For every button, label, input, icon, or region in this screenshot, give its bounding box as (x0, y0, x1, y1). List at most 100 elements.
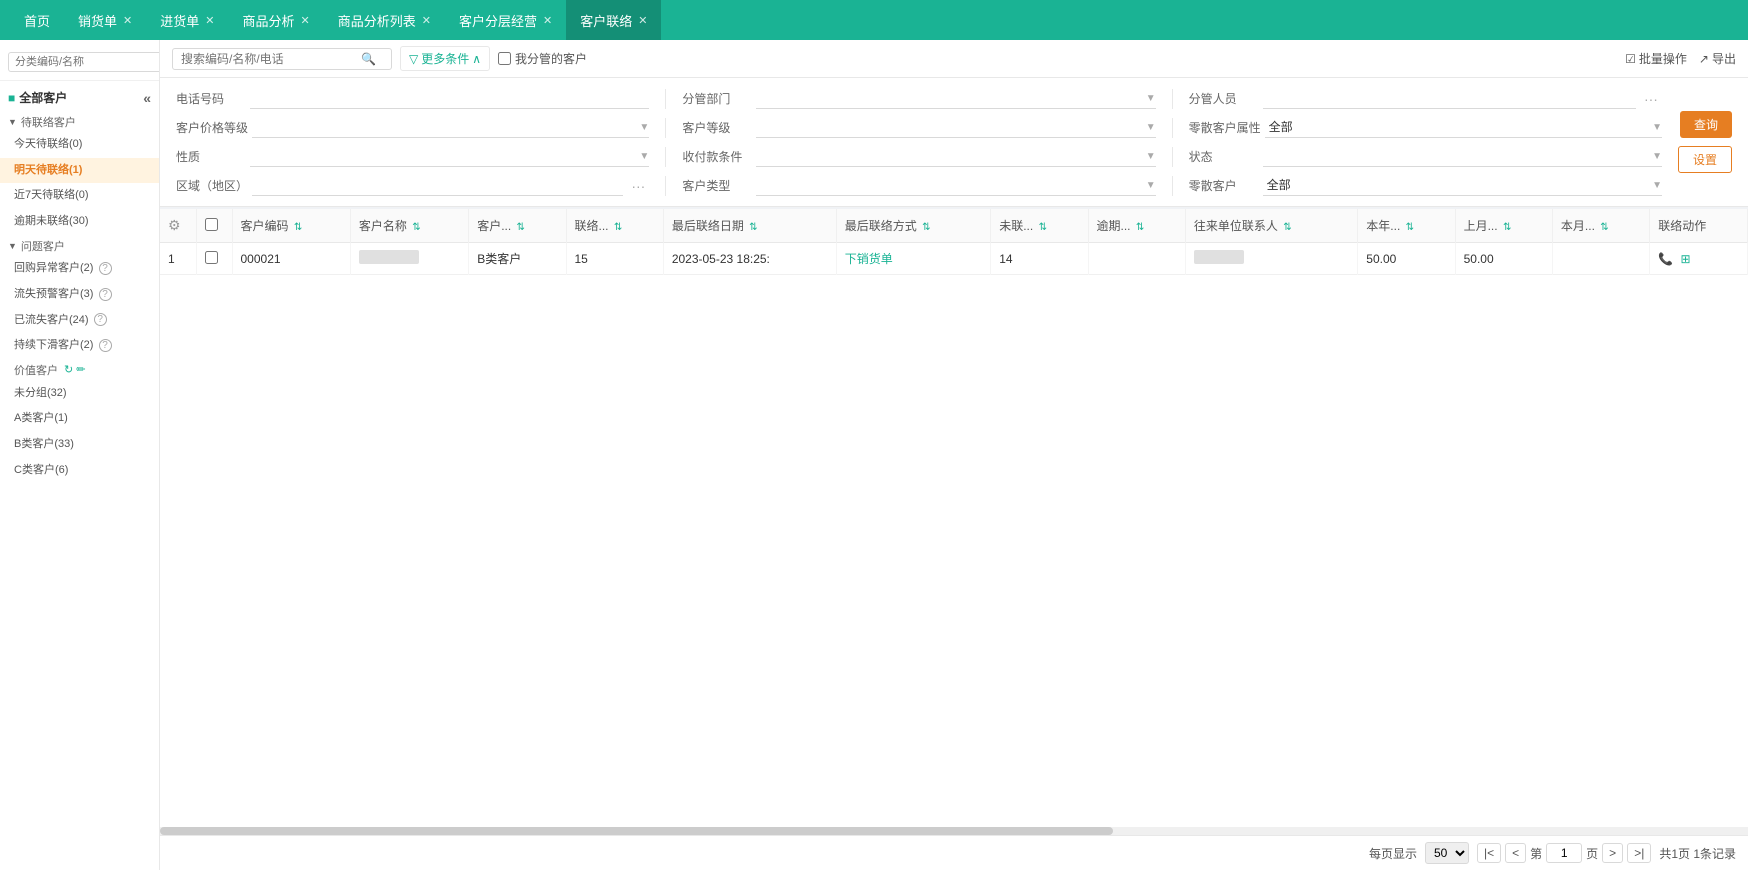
nav-sales[interactable]: 销货单 ✕ (64, 0, 146, 40)
sidebar-item-declining[interactable]: 持续下滑客户(2) ? (0, 333, 159, 359)
sidebar-item-ungrouped[interactable]: 未分组(32) (0, 381, 159, 407)
status-label: 状态 (1189, 148, 1259, 165)
td-type: B类客户 (469, 243, 566, 275)
sort-icon-0[interactable]: ⇅ (294, 222, 302, 233)
payment-select[interactable] (756, 146, 1145, 166)
search-icon[interactable]: 🔍 (361, 52, 376, 66)
table-row: 1 000021 B类客户 (160, 243, 1748, 275)
action-grid-icon[interactable]: ⊞ (1681, 252, 1691, 266)
help-icon-3[interactable]: ? (94, 313, 107, 326)
sidebar-item-today[interactable]: 今天待联络(0) (0, 132, 159, 158)
last-page-btn[interactable]: >| (1627, 843, 1651, 863)
customer-level-select[interactable] (756, 117, 1145, 137)
nav-product-analysis-close[interactable]: ✕ (301, 14, 310, 27)
per-page-select[interactable]: 50 (1425, 842, 1469, 864)
nav-product-analysis-list-close[interactable]: ✕ (422, 14, 431, 27)
action-phone-icon[interactable]: 📞 (1658, 252, 1673, 266)
sidebar-item-churned[interactable]: 已流失客户(24) ? (0, 308, 159, 334)
region-dots-btn[interactable]: ··· (627, 178, 649, 194)
sidebar-item-class-b-label: B类客户(33) (14, 438, 74, 450)
page-suffix-label: 页 (1586, 845, 1598, 862)
person-dots-btn[interactable]: ··· (1640, 91, 1662, 107)
row-no-contact: 14 (999, 252, 1012, 266)
sort-icon-5[interactable]: ⇅ (922, 222, 930, 233)
my-customers-checkbox[interactable] (498, 52, 511, 65)
sidebar-item-repurchase-anomaly-label: 回购异常客户(2) (14, 262, 93, 274)
prev-page-btn[interactable]: < (1505, 843, 1526, 863)
dept-select[interactable] (756, 88, 1145, 108)
nav-purchase[interactable]: 进货单 ✕ (146, 0, 228, 40)
nav-product-analysis-list[interactable]: 商品分析列表 ✕ (324, 0, 445, 40)
nav-customer-contact[interactable]: 客户联络 ✕ (566, 0, 661, 40)
more-filter-btn[interactable]: ▽ 更多条件 ∧ (400, 46, 490, 71)
nav-home[interactable]: 首页 (10, 0, 64, 40)
nav-product-analysis[interactable]: 商品分析 ✕ (228, 0, 323, 40)
batch-op-btn[interactable]: ☑ 批量操作 (1625, 50, 1687, 67)
toolbar-right: ☑ 批量操作 ↗ 导出 (1625, 50, 1736, 67)
retail-attr-select[interactable]: 全部 (1265, 117, 1652, 137)
sidebar-item-7days[interactable]: 近7天待联络(0) (0, 183, 159, 209)
gear-icon[interactable]: ⚙ (168, 217, 181, 233)
export-btn[interactable]: ↗ 导出 (1699, 50, 1736, 67)
help-icon-4[interactable]: ? (99, 339, 112, 352)
value-group-edit-icons[interactable]: ↻ ✏ (64, 363, 86, 376)
row-type: B类客户 (477, 252, 521, 266)
help-icon-1[interactable]: ? (99, 262, 112, 275)
row-checkbox[interactable] (205, 251, 218, 264)
sort-icon-3[interactable]: ⇅ (614, 222, 622, 233)
row-last-month: 50.00 (1464, 252, 1494, 266)
nav-customer-contact-close[interactable]: ✕ (638, 14, 647, 27)
nav-customer-stratification[interactable]: 客户分层经营 ✕ (445, 0, 566, 40)
person-input[interactable] (1263, 88, 1636, 109)
sidebar-item-class-b[interactable]: B类客户(33) (0, 432, 159, 458)
select-all-checkbox[interactable] (205, 218, 218, 231)
horizontal-scrollbar[interactable] (160, 827, 1748, 835)
price-level-select[interactable] (252, 117, 639, 137)
nav-purchase-close[interactable]: ✕ (205, 14, 214, 27)
sort-icon-6[interactable]: ⇅ (1039, 222, 1047, 233)
settings-button[interactable]: 设置 (1678, 146, 1732, 173)
status-select[interactable] (1263, 146, 1652, 166)
sidebar-search-input[interactable] (8, 52, 160, 72)
search-input[interactable] (181, 52, 361, 66)
divider-1 (665, 89, 666, 109)
sidebar-item-repurchase-anomaly[interactable]: 回购异常客户(2) ? (0, 256, 159, 282)
sidebar-item-class-a[interactable]: A类客户(1) (0, 406, 159, 432)
my-customers-label: 我分管的客户 (515, 50, 587, 67)
sidebar-item-tomorrow[interactable]: 明天待联络(1) (0, 158, 159, 184)
retail-select[interactable]: 全部 (1263, 175, 1652, 195)
nav-product-analysis-list-label: 商品分析列表 (338, 11, 416, 30)
sort-icon-1[interactable]: ⇅ (412, 222, 420, 233)
phone-input[interactable] (250, 88, 649, 109)
region-input[interactable] (252, 175, 623, 196)
nav-customer-stratification-close[interactable]: ✕ (543, 14, 552, 27)
nav-sales-close[interactable]: ✕ (123, 14, 132, 27)
sort-icon-4[interactable]: ⇅ (749, 222, 757, 233)
main-layout: 🔍 ■ 全部客户 « 待联络客户 今天待联络(0) 明天待联络(1) 近7天待联… (0, 40, 1748, 870)
th-this-month-label: 本月... (1561, 219, 1595, 233)
first-page-btn[interactable]: |< (1477, 843, 1501, 863)
th-last-contact-date-label: 最后联络日期 (672, 219, 744, 233)
customer-type-select[interactable] (756, 175, 1145, 195)
filter-field-customer-level: 客户等级 ▼ (682, 117, 1155, 138)
sort-icon-2[interactable]: ⇅ (517, 222, 525, 233)
page-input[interactable] (1546, 843, 1582, 863)
sort-icon-7[interactable]: ⇅ (1136, 222, 1144, 233)
query-button[interactable]: 查询 (1680, 111, 1732, 138)
th-unit-contact: 往来单位联系人 ⇅ (1185, 209, 1357, 243)
sort-icon-11[interactable]: ⇅ (1600, 222, 1608, 233)
next-page-btn[interactable]: > (1602, 843, 1623, 863)
sidebar-all-customers[interactable]: ■ 全部客户 « (0, 85, 159, 110)
sidebar-item-churn-warning[interactable]: 流失预警客户(3) ? (0, 282, 159, 308)
page-prefix-label: 第 (1530, 845, 1542, 862)
sort-icon-10[interactable]: ⇅ (1503, 222, 1511, 233)
sort-icon-9[interactable]: ⇅ (1406, 222, 1414, 233)
row-last-contact-method-link[interactable]: 下销货单 (845, 252, 893, 266)
sort-icon-8[interactable]: ⇅ (1283, 222, 1291, 233)
sidebar-item-class-c[interactable]: C类客户(6) (0, 458, 159, 484)
my-customers-wrap[interactable]: 我分管的客户 (498, 50, 587, 67)
help-icon-2[interactable]: ? (99, 288, 112, 301)
sidebar-item-overdue[interactable]: 逾期未联络(30) (0, 209, 159, 235)
nav-customer-contact-label: 客户联络 (580, 11, 632, 30)
nature-select[interactable] (250, 146, 639, 166)
